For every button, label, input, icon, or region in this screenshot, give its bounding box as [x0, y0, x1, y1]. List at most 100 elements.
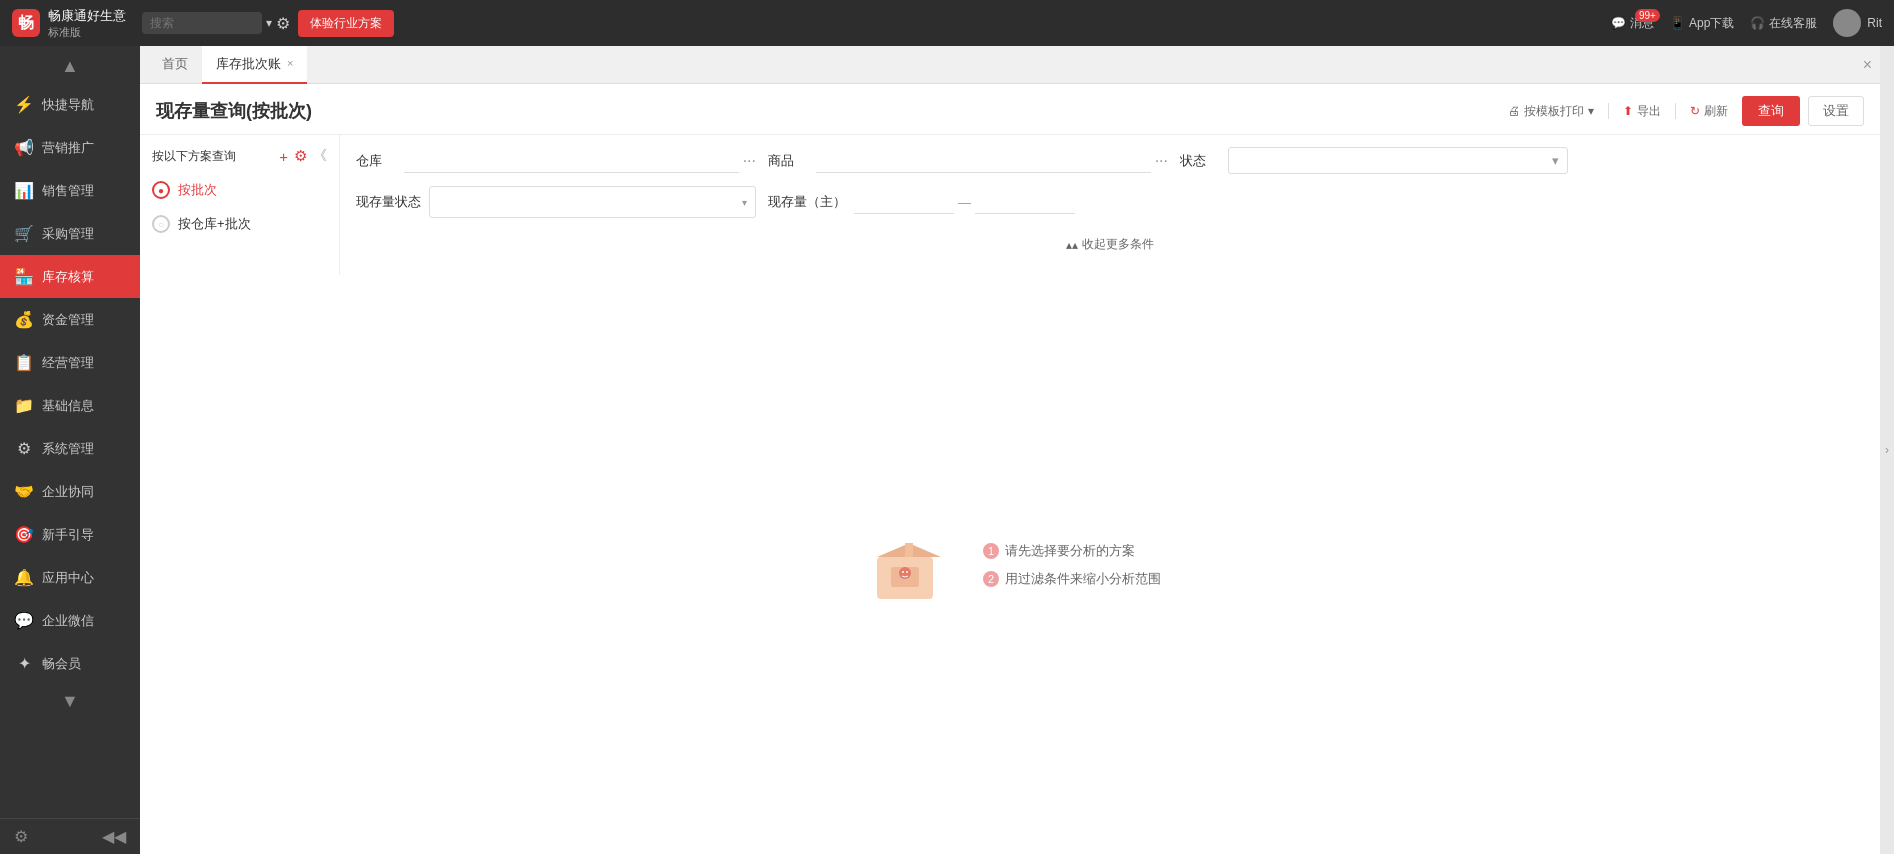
- tab-close-btn[interactable]: ×: [287, 58, 293, 69]
- sidebar-item-guide[interactable]: 🎯 新手引导: [0, 513, 140, 556]
- sidebar-item-operations[interactable]: 📋 经营管理: [0, 341, 140, 384]
- query-btn[interactable]: 查询: [1742, 96, 1800, 126]
- main-layout: ▲ ⚡ 快捷导航 📢 营销推广 📊 销售管理 🛒 采购管理 🏪 库存核算: [0, 46, 1894, 854]
- scheme-item-warehouse-batch[interactable]: ○ 按仓库+批次: [140, 207, 339, 241]
- online-service-action[interactable]: 🎧 在线客服: [1750, 15, 1817, 32]
- phone-icon: 📱: [1670, 16, 1685, 30]
- sidebar-item-wechat[interactable]: 💬 企业微信: [0, 599, 140, 642]
- scroll-up-btn[interactable]: ▲: [0, 52, 140, 81]
- sidebar-bottom: ⚙ ◀◀: [0, 818, 140, 854]
- export-label: 导出: [1637, 103, 1661, 120]
- inventory-quantity-from[interactable]: [854, 190, 954, 214]
- inventory-status-field: 现存量状态 ▾: [356, 186, 756, 218]
- scheme-item-batch[interactable]: ● 按批次: [140, 173, 339, 207]
- sidebar-item-finance[interactable]: 💰 资金管理: [0, 298, 140, 341]
- search-dropdown-btn[interactable]: ▾: [266, 16, 272, 30]
- messages-action[interactable]: 💬 消息 99+: [1611, 15, 1654, 32]
- search-input[interactable]: [142, 12, 262, 34]
- sidebar-collapse-btn[interactable]: ◀◀: [102, 827, 126, 846]
- header-left: 畅 畅康通好生意 标准版 ▾ ⚙ 体验行业方案: [12, 7, 394, 40]
- right-panel-toggle[interactable]: ›: [1880, 46, 1894, 854]
- sidebar-item-label: 采购管理: [42, 225, 94, 243]
- close-all-tabs-btn[interactable]: ×: [1863, 56, 1872, 74]
- empty-hint-1: 1 请先选择要分析的方案: [983, 542, 1161, 560]
- tab-bar: 首页 库存批次账 × ×: [140, 46, 1880, 84]
- app-download-label: App下载: [1689, 15, 1734, 32]
- sidebar-item-marketing[interactable]: 📢 营销推广: [0, 126, 140, 169]
- sidebar-item-sales[interactable]: 📊 销售管理: [0, 169, 140, 212]
- svg-rect-3: [905, 543, 913, 557]
- trial-btn[interactable]: 体验行业方案: [298, 10, 394, 37]
- sidebar-item-label: 系统管理: [42, 440, 94, 458]
- wechat-icon: 💬: [14, 611, 34, 630]
- chevron-down-icon: ▾: [266, 16, 272, 30]
- collapse-more-label: 收起更多条件: [1082, 236, 1154, 253]
- sidebar-scroll: ▲ ⚡ 快捷导航 📢 营销推广 📊 销售管理 🛒 采购管理 🏪 库存核算: [0, 46, 140, 818]
- refresh-btn[interactable]: ↻ 刷新: [1684, 99, 1734, 124]
- sidebar-item-purchase[interactable]: 🛒 采购管理: [0, 212, 140, 255]
- scheme-panel: 按以下方案查询 + ⚙ 《 ● 按批次 ○ 按仓库+批次: [140, 135, 340, 275]
- scheme-header-actions: + ⚙ 《: [279, 147, 327, 165]
- sidebar-item-label: 基础信息: [42, 397, 94, 415]
- guide-icon: 🎯: [14, 525, 34, 544]
- inventory-status-select[interactable]: ▾: [429, 186, 756, 218]
- user-profile[interactable]: Rit: [1833, 9, 1882, 37]
- range-dash: —: [958, 195, 971, 210]
- collapse-scheme-btn[interactable]: 《: [313, 147, 327, 165]
- member-icon: ✦: [14, 654, 34, 673]
- tab-home[interactable]: 首页: [148, 46, 202, 84]
- warehouse-label: 仓库: [356, 152, 396, 170]
- warehouse-dots[interactable]: ···: [743, 152, 756, 170]
- print-dropdown-icon: ▾: [1588, 104, 1594, 118]
- scheme-warehouse-batch-label: 按仓库+批次: [178, 215, 251, 233]
- basic-icon: 📁: [14, 396, 34, 415]
- sidebar-item-quick-nav[interactable]: ⚡ 快捷导航: [0, 83, 140, 126]
- scheme-batch-label: 按批次: [178, 181, 217, 199]
- edit-scheme-btn[interactable]: ⚙: [294, 147, 307, 165]
- collapse-more-btn[interactable]: ▴▴ 收起更多条件: [356, 230, 1864, 263]
- hint-text-2: 用过滤条件来缩小分析范围: [1005, 570, 1161, 588]
- sidebar-item-member[interactable]: ✦ 畅会员: [0, 642, 140, 685]
- empty-illustration: [859, 515, 959, 615]
- status-field: 状态 ▾: [1180, 147, 1580, 174]
- inventory-icon: 🏪: [14, 267, 34, 286]
- sidebar-item-enterprise[interactable]: 🤝 企业协同: [0, 470, 140, 513]
- sidebar-item-system[interactable]: ⚙ 系统管理: [0, 427, 140, 470]
- empty-text: 1 请先选择要分析的方案 2 用过滤条件来缩小分析范围: [983, 542, 1161, 588]
- inventory-status-arrow: ▾: [742, 197, 747, 208]
- app-subtitle: 标准版: [48, 25, 126, 40]
- warehouse-input[interactable]: [404, 149, 739, 173]
- warehouse-field: 仓库 ···: [356, 149, 756, 173]
- collapse-up-icon: ▴▴: [1066, 238, 1078, 252]
- product-label: 商品: [768, 152, 808, 170]
- sidebar-item-basic[interactable]: 📁 基础信息: [0, 384, 140, 427]
- settings-icon-btn[interactable]: ⚙: [276, 14, 290, 33]
- sidebar-settings-btn[interactable]: ⚙: [14, 827, 28, 846]
- inventory-quantity-to[interactable]: [975, 190, 1075, 214]
- scheme-icon-batch: ●: [152, 181, 170, 199]
- product-dots[interactable]: ···: [1155, 152, 1168, 170]
- export-btn[interactable]: ⬆ 导出: [1617, 99, 1667, 124]
- print-icon: 🖨: [1508, 104, 1520, 118]
- svg-marker-2: [913, 545, 941, 557]
- sidebar-item-app-center[interactable]: 🔔 应用中心: [0, 556, 140, 599]
- divider-1: [1608, 103, 1609, 119]
- add-scheme-btn[interactable]: +: [279, 148, 288, 165]
- app-download-action[interactable]: 📱 App下载: [1670, 15, 1734, 32]
- settings-btn[interactable]: 设置: [1808, 96, 1864, 126]
- messages-badge: 99+: [1635, 9, 1660, 22]
- sidebar-item-inventory[interactable]: 🏪 库存核算: [0, 255, 140, 298]
- status-dropdown-icon: ▾: [1552, 153, 1559, 168]
- product-input[interactable]: [816, 149, 1151, 173]
- tab-inventory-batch[interactable]: 库存批次账 ×: [202, 46, 307, 84]
- finance-icon: 💰: [14, 310, 34, 329]
- filter-row-1: 仓库 ··· 商品 ··· 状态: [356, 147, 1864, 174]
- svg-point-7: [906, 571, 908, 573]
- content-area: 首页 库存批次账 × × 现存量查询(按批次) 🖨 按模板打印 ▾: [140, 46, 1880, 854]
- status-select[interactable]: ▾: [1228, 147, 1568, 174]
- scroll-down-btn[interactable]: ▼: [0, 687, 140, 716]
- header-right: 💬 消息 99+ 📱 App下载 🎧 在线客服 Rit: [1611, 9, 1882, 37]
- page-header: 现存量查询(按批次) 🖨 按模板打印 ▾ ⬆ 导出 ↻ 刷: [140, 84, 1880, 135]
- app-info: 畅康通好生意 标准版: [48, 7, 126, 40]
- print-btn[interactable]: 🖨 按模板打印 ▾: [1502, 99, 1600, 124]
